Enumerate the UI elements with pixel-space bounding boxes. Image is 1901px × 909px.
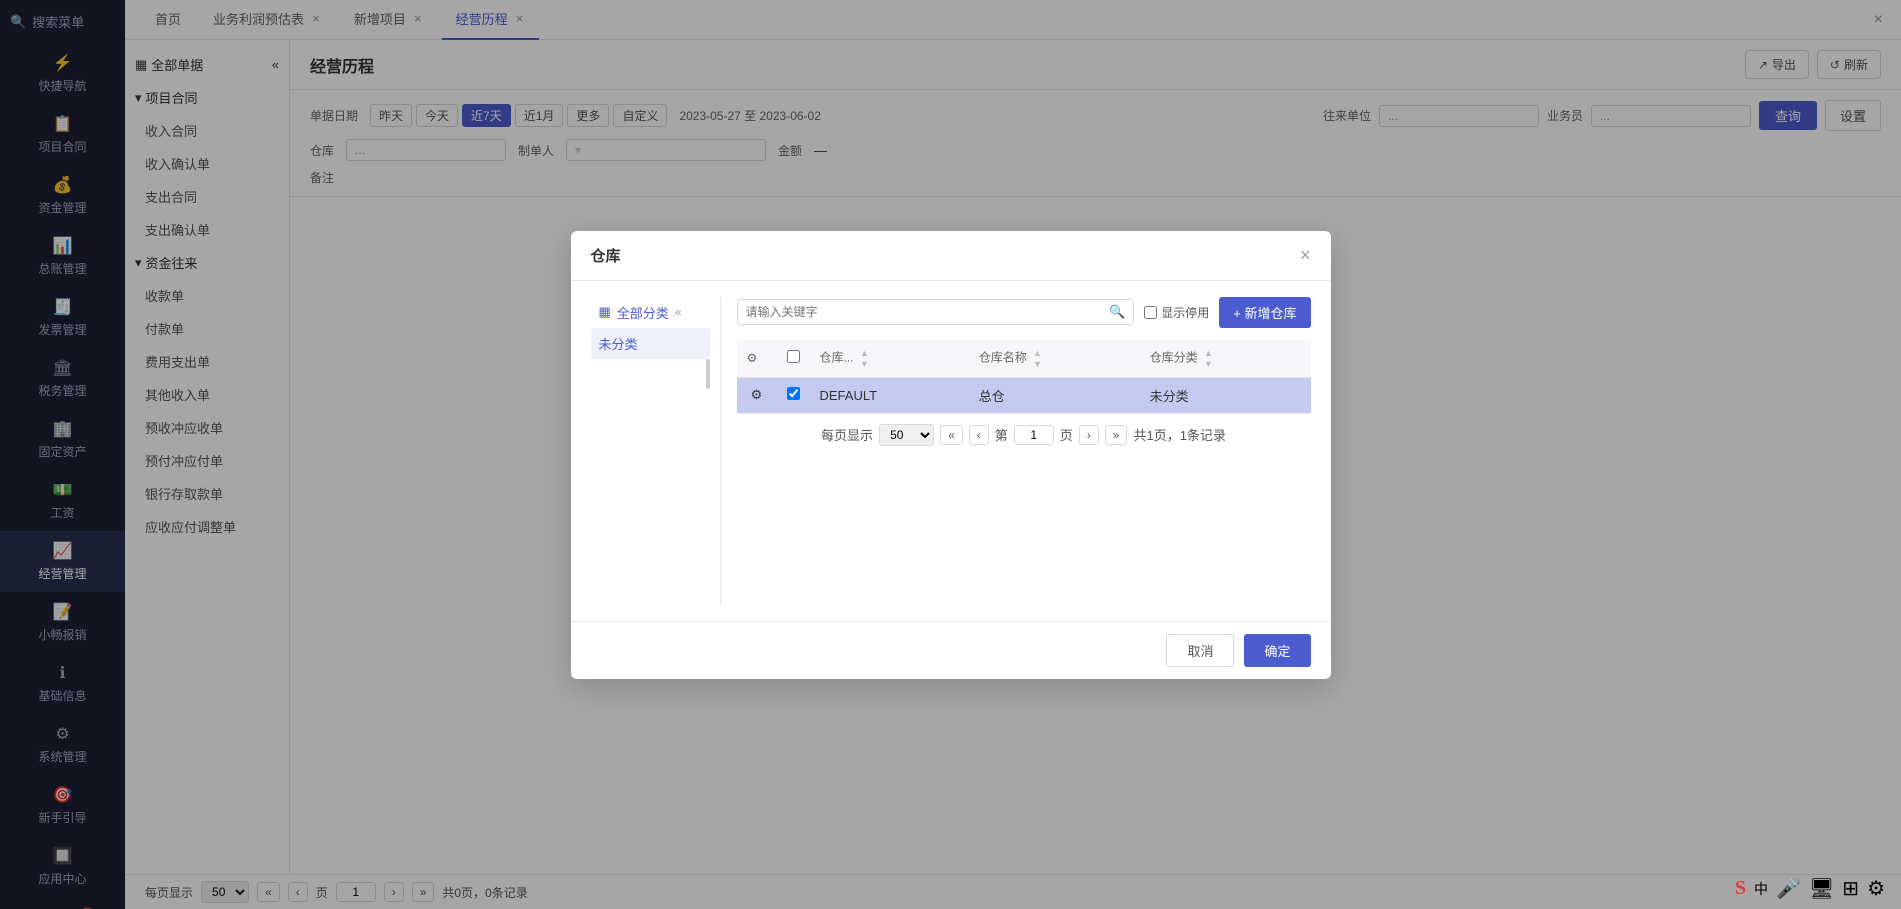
select-all-checkbox[interactable]: [787, 350, 800, 363]
sort-arrows-name: ▲▼: [1033, 348, 1042, 369]
next-page-btn[interactable]: ›: [1079, 425, 1099, 445]
grid-icon: ▦: [599, 304, 611, 320]
modal-close-button[interactable]: ×: [1300, 245, 1311, 266]
warehouse-search-input[interactable]: [746, 305, 1104, 319]
show-disabled-check[interactable]: [1144, 306, 1157, 319]
confirm-button[interactable]: 确定: [1244, 634, 1310, 667]
page-number-input[interactable]: [1014, 425, 1054, 445]
search-box: 🔍: [737, 299, 1135, 325]
th-settings: ⚙: [737, 340, 777, 378]
sort-arrows-category: ▲▼: [1204, 348, 1213, 369]
page-label: 页: [1060, 425, 1073, 444]
last-page-btn[interactable]: »: [1105, 425, 1128, 445]
th-warehouse-code: 仓库... ▲▼: [810, 340, 969, 378]
warehouse-category-cell: 未分类: [1140, 377, 1311, 413]
category-panel: ▦ 全部分类 « 未分类: [591, 297, 721, 605]
total-records-label: 共1页，1条记录: [1133, 425, 1225, 444]
table-header-row: ⚙ 仓库... ▲▼ 仓库名称 ▲▼ 仓库分类 ▲▼: [737, 340, 1311, 378]
per-page-select[interactable]: 50 10 20 100: [879, 424, 934, 446]
taskbar-mic-icon[interactable]: 🎤: [1776, 876, 1801, 901]
th-warehouse-category: 仓库分类 ▲▼: [1140, 340, 1311, 378]
th-checkbox: [777, 340, 810, 378]
th-warehouse-name: 仓库名称 ▲▼: [969, 340, 1140, 378]
modal-pagination: 每页显示 50 10 20 100 « ‹ 第 页 › » 共1页，1条记录: [737, 414, 1311, 456]
table-row[interactable]: ⚙ DEFAULT 总仓 未分类: [737, 377, 1311, 413]
uncategorized-item[interactable]: 未分类: [591, 328, 710, 359]
cancel-button[interactable]: 取消: [1166, 634, 1234, 667]
modal-title: 仓库: [591, 245, 621, 266]
collapse-icon[interactable]: «: [675, 305, 682, 319]
modal-body: ▦ 全部分类 « 未分类 🔍 显示停用: [571, 281, 1331, 621]
taskbar-monitor-icon[interactable]: 🖥: [1809, 876, 1834, 901]
sort-arrows-code: ▲▼: [860, 348, 869, 369]
warehouse-name-cell: 总仓: [969, 377, 1140, 413]
taskbar-grid2-icon[interactable]: ⊞: [1842, 876, 1859, 901]
row-checkbox[interactable]: [787, 387, 800, 400]
row-settings-icon: ⚙: [737, 377, 777, 413]
page-word: 第: [995, 425, 1008, 444]
taskbar-s-icon: S: [1735, 877, 1746, 900]
first-page-btn[interactable]: «: [940, 425, 963, 445]
row-gear-icon: ⚙: [751, 387, 763, 402]
uncategorized-label: 未分类: [599, 337, 638, 352]
row-checkbox-cell[interactable]: [777, 377, 810, 413]
taskbar-settings2-icon[interactable]: ⚙: [1867, 876, 1885, 901]
all-category-item[interactable]: ▦ 全部分类 «: [591, 297, 710, 328]
taskbar-chinese-icon: 中: [1754, 879, 1768, 899]
per-page-label: 每页显示: [821, 425, 873, 444]
add-warehouse-button[interactable]: + 新增仓库: [1219, 297, 1310, 328]
modal-footer: 取消 确定: [571, 621, 1331, 679]
show-disabled-checkbox[interactable]: 显示停用: [1144, 304, 1209, 321]
warehouse-modal: 仓库 × ▦ 全部分类 « 未分类 🔍: [571, 231, 1331, 679]
search-icon: 🔍: [1109, 304, 1125, 320]
taskbar: S 中 🎤 🖥 ⊞ ⚙: [1719, 868, 1901, 909]
modal-header: 仓库 ×: [571, 231, 1331, 281]
table-panel: 🔍 显示停用 + 新增仓库 ⚙ 仓库... ▲▼: [721, 297, 1311, 605]
prev-page-btn[interactable]: ‹: [969, 425, 989, 445]
all-category-label: 全部分类: [617, 303, 669, 322]
warehouse-table: ⚙ 仓库... ▲▼ 仓库名称 ▲▼ 仓库分类 ▲▼: [737, 340, 1311, 414]
gear-icon: ⚙: [747, 351, 758, 365]
warehouse-code-cell: DEFAULT: [810, 377, 969, 413]
table-toolbar: 🔍 显示停用 + 新增仓库: [737, 297, 1311, 328]
